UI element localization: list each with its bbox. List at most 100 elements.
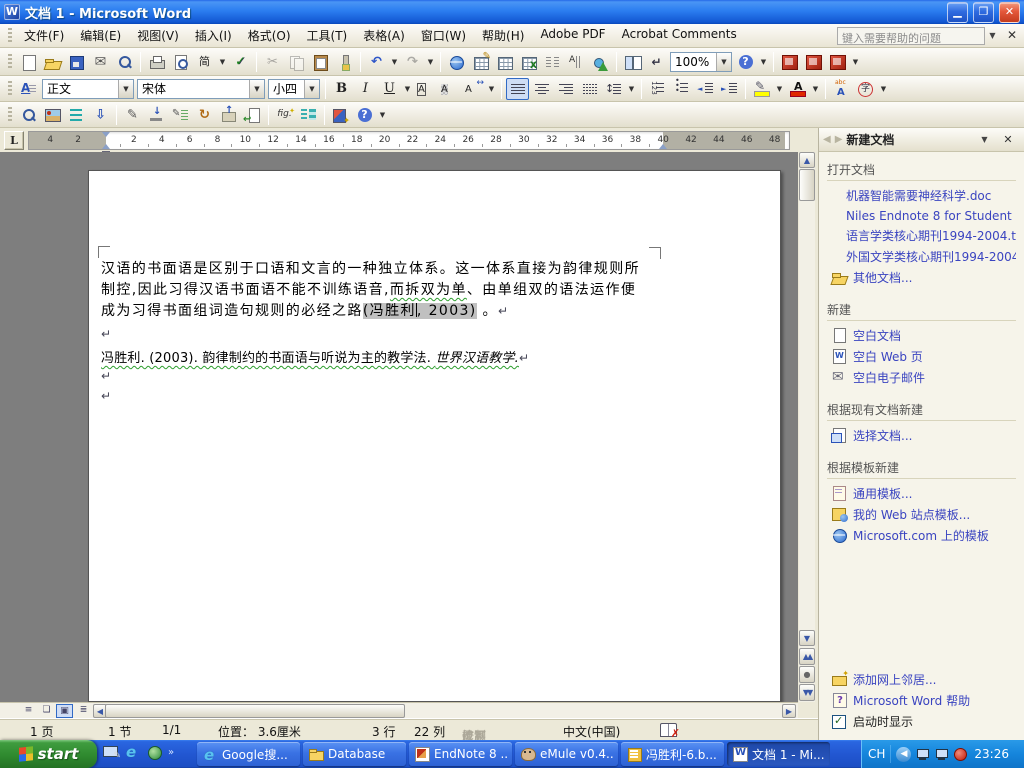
font-color-dropdown-icon[interactable]: ▼ xyxy=(810,78,821,100)
save-button[interactable] xyxy=(65,51,88,73)
italic-button[interactable]: I xyxy=(354,78,377,100)
toolbar-options-icon[interactable]: ▼ xyxy=(878,78,889,100)
horizontal-scrollbar[interactable]: ≡ ❏ ▣ ≣ ◀ ▶ xyxy=(0,702,798,718)
help-question-input[interactable]: 键入需要帮助的问题 xyxy=(837,26,985,45)
show-marks-button[interactable] xyxy=(645,51,668,73)
task-pane-link[interactable]: 我的 Web 站点模板... xyxy=(827,504,1016,525)
previous-page-icon[interactable]: ▲▲ xyxy=(799,648,815,665)
highlight-dropdown-icon[interactable]: ▼ xyxy=(774,78,785,100)
chinese-translate-dropdown-icon[interactable]: ▼ xyxy=(217,51,228,73)
font-size-dropdown-icon[interactable]: ▼ xyxy=(304,79,319,98)
print-button[interactable] xyxy=(145,51,168,73)
task-pane-link[interactable]: 通用模板... xyxy=(827,483,1016,504)
close-document-icon[interactable]: ✕ xyxy=(1003,27,1021,45)
taskbar-button[interactable]: EndNote 8 ... xyxy=(409,742,512,766)
drawing-button[interactable] xyxy=(589,51,612,73)
export-traveling-library-button[interactable] xyxy=(217,104,240,126)
edit-library-references-button[interactable] xyxy=(169,104,192,126)
copy-button[interactable] xyxy=(285,51,308,73)
taskbar-button[interactable]: Google搜... xyxy=(197,742,300,766)
help-dropdown-icon[interactable]: ▼ xyxy=(985,27,1000,45)
zoom-combo[interactable]: 100% ▼ xyxy=(670,51,732,72)
insert-excel-button[interactable] xyxy=(517,51,540,73)
help-button[interactable] xyxy=(734,51,757,73)
numbering-button[interactable] xyxy=(646,78,669,100)
task-pane-dropdown-icon[interactable]: ▼ xyxy=(977,131,992,149)
underline-dropdown-icon[interactable]: ▼ xyxy=(402,78,413,100)
task-pane-link[interactable]: 机器智能需要神经科学.doc xyxy=(827,185,1016,206)
document-map-button[interactable] xyxy=(621,51,644,73)
columns-button[interactable] xyxy=(541,51,564,73)
outline-view-button[interactable]: ≣ xyxy=(75,704,92,718)
language-status[interactable]: 中文(中国) xyxy=(563,723,620,740)
align-right-button[interactable] xyxy=(554,78,577,100)
return-to-document-button[interactable] xyxy=(241,104,264,126)
find-citations-button[interactable] xyxy=(17,104,40,126)
scroll-right-icon[interactable]: ▶ xyxy=(782,704,796,718)
endnote-citation-field[interactable]: (冯胜利, 2003) xyxy=(362,303,477,319)
decrease-indent-button[interactable] xyxy=(694,78,717,100)
font-size-combo[interactable]: 小四 ▼ xyxy=(268,78,320,99)
task-pane-link[interactable]: Niles Endnote 8 for Student xyxy=(827,206,1016,225)
menu-item[interactable]: 插入(I) xyxy=(187,24,240,47)
forward-icon[interactable]: ▶ xyxy=(835,134,843,145)
font-color-button[interactable] xyxy=(786,78,809,100)
taskbar-button[interactable]: Database xyxy=(303,742,406,766)
task-pane-footer-item[interactable]: 启动时显示 xyxy=(827,711,1016,732)
tables-borders-button[interactable] xyxy=(469,51,492,73)
menu-item[interactable]: 视图(V) xyxy=(129,24,187,47)
line-spacing-button[interactable] xyxy=(602,78,625,100)
quick-launch-overflow-icon[interactable]: » xyxy=(168,747,174,758)
tab-stop-selector[interactable]: L xyxy=(4,131,24,150)
toolbar-grip[interactable] xyxy=(8,27,12,44)
character-scale-dropdown-icon[interactable]: ▼ xyxy=(486,78,497,100)
undo-button[interactable] xyxy=(365,51,388,73)
format-painter-button[interactable] xyxy=(333,51,356,73)
browser-icon[interactable] xyxy=(146,743,162,761)
back-icon[interactable]: ◀ xyxy=(823,134,831,145)
language-indicator[interactable]: CH xyxy=(868,747,885,761)
task-pane-link[interactable]: 其他文档... xyxy=(827,267,1016,288)
redo-dropdown-icon[interactable]: ▼ xyxy=(425,51,436,73)
paragraph-text[interactable]: 汉语的书面语是区别于口语和文言的一种独立体系。这一体系直接为韵律规则所 制控,因… xyxy=(101,259,667,322)
scroll-up-icon[interactable]: ▲ xyxy=(799,152,815,168)
insert-hyperlink-button[interactable] xyxy=(445,51,468,73)
insert-citations-button[interactable] xyxy=(89,104,112,126)
normal-view-button[interactable]: ≡ xyxy=(20,704,37,718)
convert-to-pdf-button[interactable] xyxy=(778,51,801,73)
task-pane-footer-item[interactable]: Microsoft Word 帮助 xyxy=(827,690,1016,711)
open-button[interactable] xyxy=(41,51,64,73)
menu-item[interactable]: Acrobat Comments xyxy=(614,24,745,47)
task-pane-close-icon[interactable]: ✕ xyxy=(999,131,1017,149)
phonetic-guide-button[interactable] xyxy=(830,78,853,100)
menu-item[interactable]: 帮助(H) xyxy=(474,24,532,47)
redo-button[interactable] xyxy=(401,51,424,73)
taskbar-button[interactable]: eMule v0.4... xyxy=(515,742,618,766)
task-pane-link[interactable]: 空白 Web 页 xyxy=(827,346,1016,367)
vertical-scrollbar[interactable]: ▲ ▼ ▲▲ ● ▼▼ xyxy=(799,152,815,702)
insert-note-button[interactable] xyxy=(145,104,168,126)
start-button[interactable]: start xyxy=(0,740,97,768)
go-to-endnote-button[interactable] xyxy=(41,104,64,126)
cut-button[interactable] xyxy=(261,51,284,73)
taskbar-button[interactable]: 冯胜利-6.b... xyxy=(621,742,724,766)
vertical-scroll-thumb[interactable] xyxy=(799,169,815,201)
select-browse-object-icon[interactable]: ● xyxy=(799,666,815,683)
next-page-icon[interactable]: ▼▼ xyxy=(799,684,815,701)
toolbar-options-icon[interactable]: ▼ xyxy=(850,51,861,73)
undo-dropdown-icon[interactable]: ▼ xyxy=(389,51,400,73)
close-button[interactable]: ✕ xyxy=(999,1,1020,23)
print-preview-button[interactable] xyxy=(169,51,192,73)
character-shading-button[interactable]: A xyxy=(438,78,461,100)
search-button[interactable] xyxy=(113,51,136,73)
hide-icons-chevron-icon[interactable]: ◀ xyxy=(896,746,912,762)
horizontal-scroll-thumb[interactable] xyxy=(105,704,405,718)
toolbar-grip[interactable] xyxy=(8,53,12,70)
task-pane-link[interactable]: 外国文学类核心期刊1994-2004 xyxy=(827,246,1016,267)
menu-item[interactable]: 工具(T) xyxy=(299,24,356,47)
style-dropdown-icon[interactable]: ▼ xyxy=(118,79,133,98)
restore-button[interactable]: ❐ xyxy=(973,1,994,23)
menu-item[interactable]: 文件(F) xyxy=(16,24,72,47)
task-pane-link[interactable]: 空白电子邮件 xyxy=(827,367,1016,388)
convert-and-send-review-button[interactable] xyxy=(826,51,849,73)
